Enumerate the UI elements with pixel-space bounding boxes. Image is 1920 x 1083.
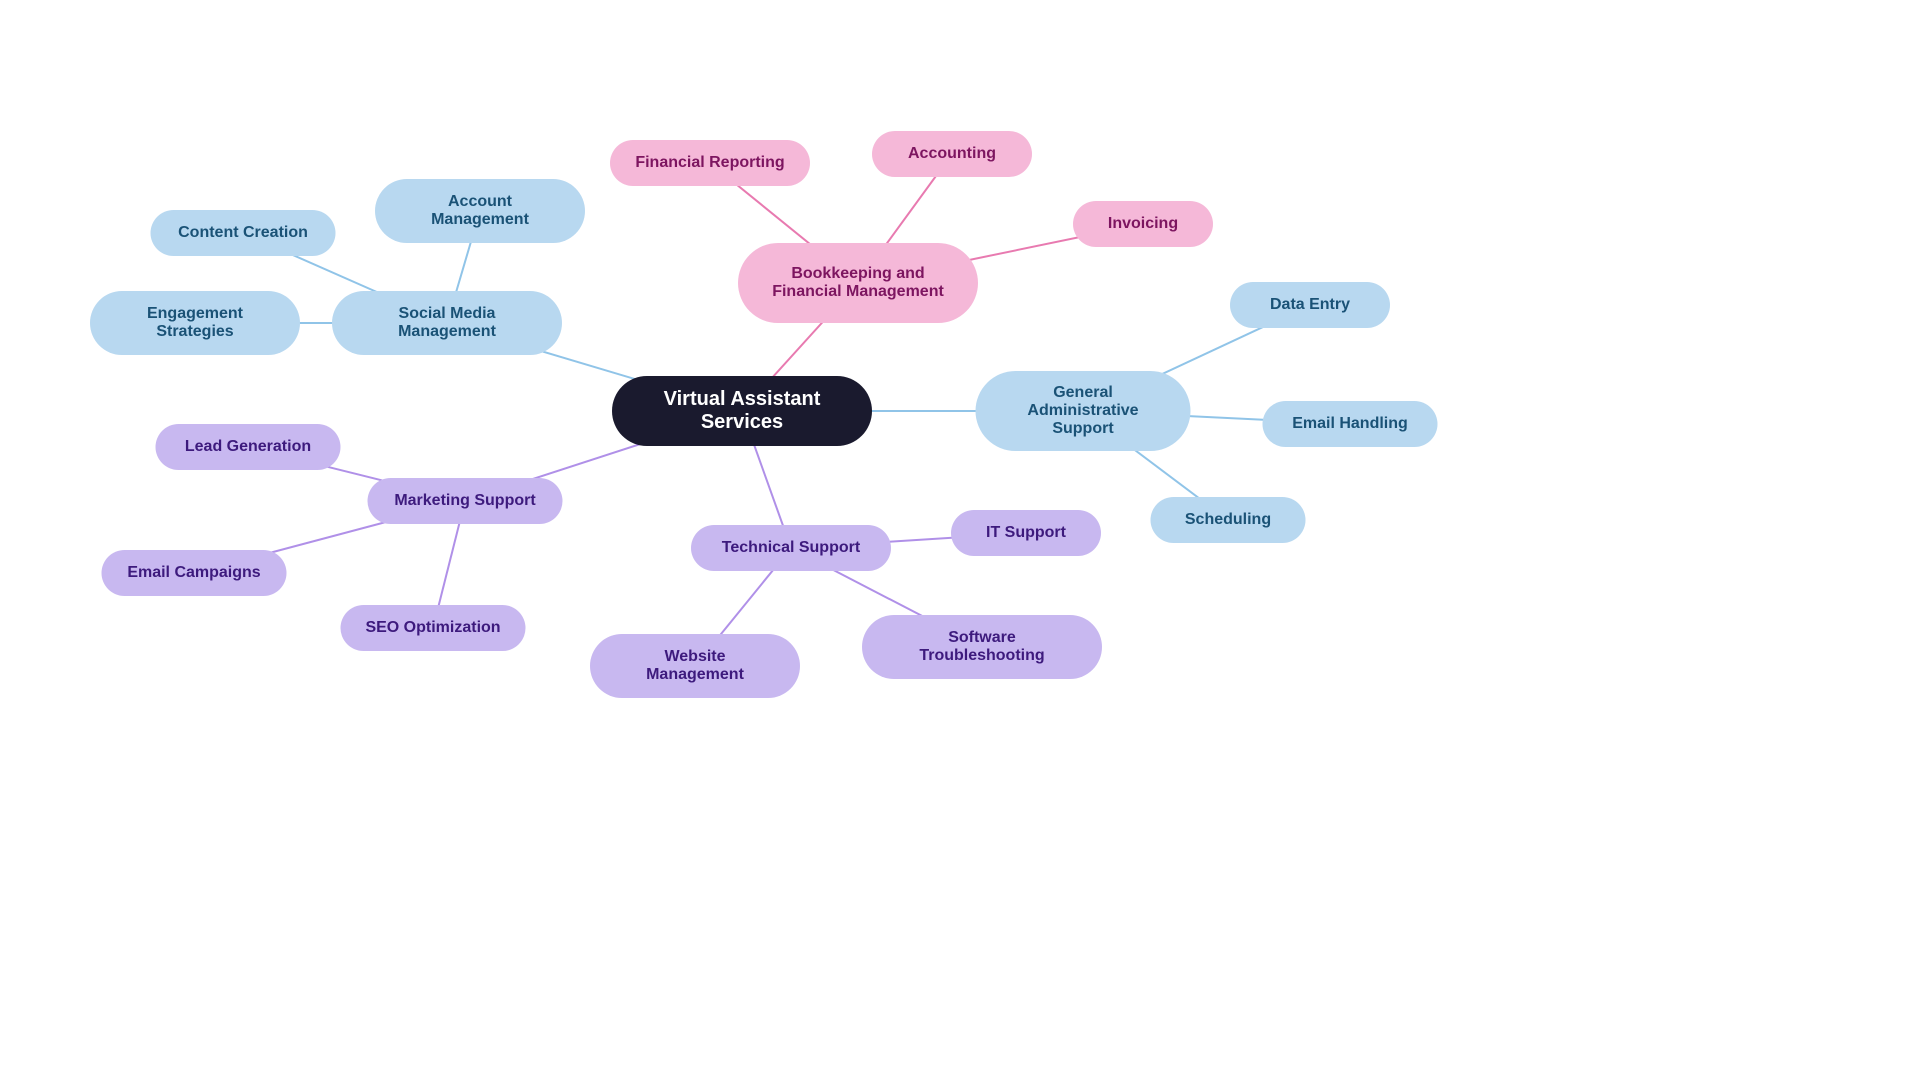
website-mgmt-node[interactable]: Website Management (590, 634, 800, 698)
email-handling-node[interactable]: Email Handling (1263, 401, 1438, 447)
financial-reporting-node[interactable]: Financial Reporting (610, 140, 810, 186)
general-admin-node[interactable]: General Administrative Support (976, 371, 1191, 451)
marketing-support-node[interactable]: Marketing Support (368, 478, 563, 524)
it-support-node[interactable]: IT Support (951, 510, 1101, 556)
email-campaigns-node[interactable]: Email Campaigns (102, 550, 287, 596)
scheduling-node[interactable]: Scheduling (1151, 497, 1306, 543)
account-mgmt-node[interactable]: Account Management (375, 179, 585, 243)
content-creation-node[interactable]: Content Creation (151, 210, 336, 256)
social-media-node[interactable]: Social Media Management (332, 291, 562, 355)
data-entry-node[interactable]: Data Entry (1230, 282, 1390, 328)
bookkeeping-node[interactable]: Bookkeeping and Financial Management (738, 243, 978, 323)
seo-node[interactable]: SEO Optimization (341, 605, 526, 651)
invoicing-node[interactable]: Invoicing (1073, 201, 1213, 247)
lead-generation-node[interactable]: Lead Generation (156, 424, 341, 470)
center-node[interactable]: Virtual Assistant Services (612, 376, 872, 446)
technical-support-node[interactable]: Technical Support (691, 525, 891, 571)
engagement-node[interactable]: Engagement Strategies (90, 291, 300, 355)
software-troubleshooting-node[interactable]: Software Troubleshooting (862, 615, 1102, 679)
accounting-node[interactable]: Accounting (872, 131, 1032, 177)
